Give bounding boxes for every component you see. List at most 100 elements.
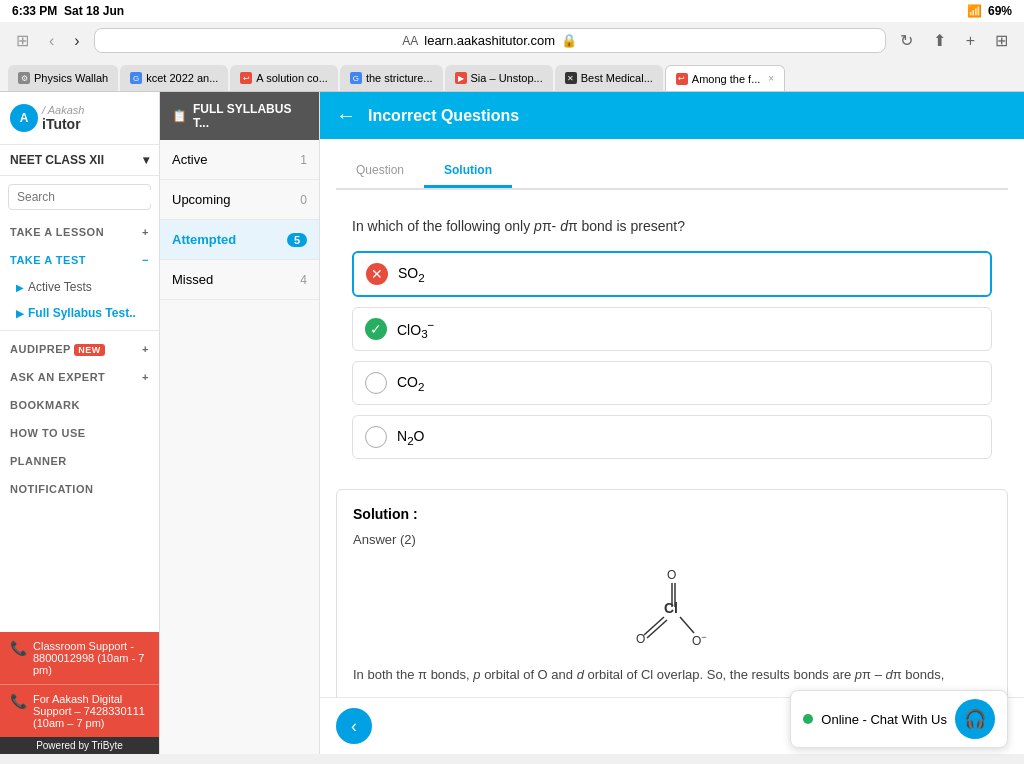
test-title: 📋 FULL SYLLABUS T... [160, 92, 319, 140]
address-bar[interactable]: AA learn.aakashitutor.com 🔒 [94, 28, 886, 53]
sidebar: A / Aakash iTutor NEET CLASS XII ▾ 🔍 TAK… [0, 92, 160, 754]
online-indicator [803, 714, 813, 724]
aa-text: AA [402, 34, 418, 48]
svg-text:O: O [667, 568, 676, 582]
svg-text:O: O [636, 632, 645, 646]
tab-solution[interactable]: ↩ A solution co... [230, 65, 338, 91]
content-header: ← Incorrect Questions [320, 92, 1024, 139]
status-bar: 6:33 PM Sat 18 Jun 📶 69% [0, 0, 1024, 22]
tab-solution[interactable]: Solution [424, 155, 512, 188]
solution-answer: Answer (2) [353, 530, 991, 551]
molecule-diagram: Cl O O O− [353, 563, 991, 653]
forward-button[interactable]: › [68, 30, 85, 52]
digital-support[interactable]: 📞 For Aakash Digital Support – 742833011… [0, 684, 159, 737]
sidebar-notification[interactable]: NOTIFICATION [0, 475, 159, 503]
middle-item-active[interactable]: Active 1 [160, 140, 319, 180]
app-container: A / Aakash iTutor NEET CLASS XII ▾ 🔍 TAK… [0, 92, 1024, 754]
middle-item-missed[interactable]: Missed 4 [160, 260, 319, 300]
content-panel: ← Incorrect Questions Question Solution … [320, 92, 1024, 754]
plus-icon-3: + [142, 371, 149, 383]
back-button[interactable]: ‹ [43, 30, 60, 52]
chevron-down-icon: ▾ [143, 153, 149, 167]
tab-stricture[interactable]: G the stricture... [340, 65, 443, 91]
sidebar-audiprep[interactable]: AUDIPREP NEW + [0, 335, 159, 363]
option-2[interactable]: ✓ ClO3− [352, 307, 992, 351]
question-tabs: Question Solution [336, 155, 1008, 190]
new-tab-button[interactable]: + [960, 30, 981, 52]
solution-title: Solution : [353, 506, 991, 522]
battery-icon: 69% [988, 4, 1012, 18]
chat-label: Online - Chat With Us [821, 712, 947, 727]
prev-button[interactable]: ‹ [336, 708, 372, 744]
sidebar-section-take-a-test[interactable]: TAKE A TEST − [0, 246, 159, 274]
tab-sia[interactable]: ▶ Sia – Unstop... [445, 65, 553, 91]
correct-icon: ✓ [365, 318, 387, 340]
browser-chrome: ⊞ ‹ › AA learn.aakashitutor.com 🔒 ↻ ⬆ + … [0, 22, 1024, 92]
option-4-text: N2O [397, 428, 425, 447]
logo-slash: / Aakash [42, 104, 84, 116]
wifi-icon: 📶 [967, 4, 982, 18]
sidebar-toggle[interactable]: ⊞ [10, 29, 35, 52]
clo3-molecule: Cl O O O− [622, 563, 722, 653]
sidebar-item-active-tests[interactable]: ▶ Active Tests [0, 274, 159, 300]
divider-1 [0, 330, 159, 331]
solution-box: Solution : Answer (2) Cl O O [336, 489, 1008, 697]
sidebar-how-to-use[interactable]: HOW TO USE [0, 419, 159, 447]
option-1-text: SO2 [398, 265, 425, 284]
logo-area: A / Aakash iTutor [0, 92, 159, 145]
search-box: 🔍 [8, 184, 151, 210]
option-1[interactable]: ✕ SO2 [352, 251, 992, 297]
logo-icon: A [10, 104, 38, 132]
option-2-text: ClO3− [397, 318, 434, 340]
chat-button[interactable]: 🎧 [955, 699, 995, 739]
question-text: In which of the following only pπ- dπ bo… [336, 202, 1008, 251]
browser-tabs: ⚙ Physics Wallah G kcet 2022 an... ↩ A s… [0, 59, 1024, 91]
search-input[interactable] [17, 190, 160, 204]
chat-widget[interactable]: Online - Chat With Us 🎧 [790, 690, 1008, 748]
class-selector[interactable]: NEET CLASS XII ▾ [0, 145, 159, 176]
class-label: NEET CLASS XII [10, 153, 104, 167]
tabs-button[interactable]: ⊞ [989, 29, 1014, 52]
middle-panel: 📋 FULL SYLLABUS T... Active 1 Upcoming 0… [160, 92, 320, 754]
unsel-icon-3 [365, 372, 387, 394]
tab-question[interactable]: Question [336, 155, 424, 188]
options-area: ✕ SO2 ✓ ClO3− CO2 N2O [336, 251, 1008, 485]
content-body: Question Solution In which of the follow… [320, 139, 1024, 697]
browser-toolbar: ⊞ ‹ › AA learn.aakashitutor.com 🔒 ↻ ⬆ + … [0, 22, 1024, 59]
svg-text:O−: O− [692, 632, 707, 648]
svg-line-7 [680, 617, 694, 633]
tab-best-medical[interactable]: ✕ Best Medical... [555, 65, 663, 91]
reload-button[interactable]: ↻ [894, 29, 919, 52]
lock-icon: 🔒 [561, 33, 577, 48]
option-3-text: CO2 [397, 374, 424, 393]
arrow-icon-2: ▶ [16, 308, 24, 319]
sidebar-item-full-syllabus[interactable]: ▶ Full Syllabus Test.. [0, 300, 159, 326]
unsel-icon-4 [365, 426, 387, 448]
arrow-icon: ▶ [16, 282, 24, 293]
plus-icon: + [142, 226, 149, 238]
sidebar-ask-expert[interactable]: ASK AN EXPERT + [0, 363, 159, 391]
wrong-icon: ✕ [366, 263, 388, 285]
phone-icon-1: 📞 [10, 640, 27, 656]
logo-text: iTutor [42, 116, 84, 132]
header-title: Incorrect Questions [368, 107, 519, 125]
classroom-support[interactable]: 📞 Classroom Support - 8800012998 (10am -… [0, 632, 159, 684]
sidebar-planner[interactable]: PLANNER [0, 447, 159, 475]
back-button-content[interactable]: ← [336, 104, 356, 127]
tribyte-badge: Powered by TriByte [0, 737, 159, 754]
option-4[interactable]: N2O [352, 415, 992, 459]
sidebar-bookmark[interactable]: BOOKMARK [0, 391, 159, 419]
test-icon: 📋 [172, 109, 187, 123]
tab-kcet[interactable]: G kcet 2022 an... [120, 65, 228, 91]
option-3[interactable]: CO2 [352, 361, 992, 405]
middle-item-upcoming[interactable]: Upcoming 0 [160, 180, 319, 220]
status-time: 6:33 PM Sat 18 Jun [12, 4, 124, 18]
plus-icon-2: + [142, 343, 149, 355]
tab-physics-wallah[interactable]: ⚙ Physics Wallah [8, 65, 118, 91]
tab-among[interactable]: ↩ Among the f... × [665, 65, 785, 91]
phone-icon-2: 📞 [10, 693, 27, 709]
share-button[interactable]: ⬆ [927, 29, 952, 52]
sidebar-section-take-a-lesson[interactable]: TAKE A LESSON + [0, 218, 159, 246]
middle-item-attempted[interactable]: Attempted 5 [160, 220, 319, 260]
minus-icon: − [142, 254, 149, 266]
